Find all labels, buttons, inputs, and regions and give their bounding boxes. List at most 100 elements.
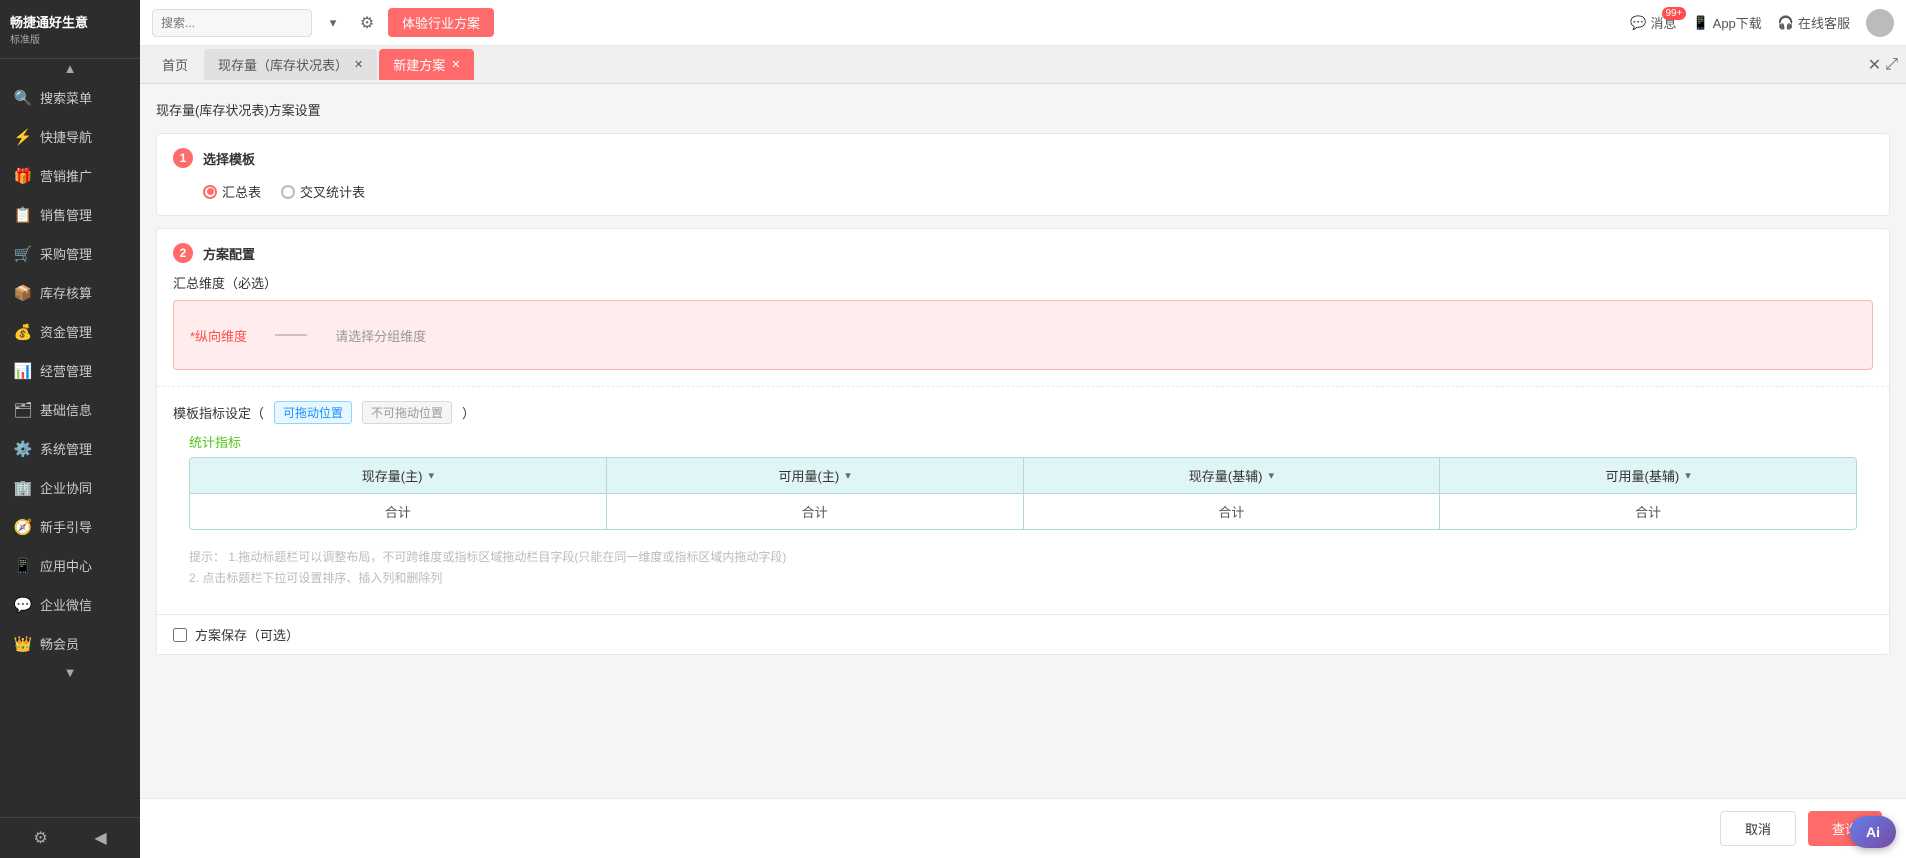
col2-dropdown-icon[interactable]: ▾	[1268, 469, 1274, 482]
template-options: 汇总表 交叉统计表	[157, 178, 1889, 215]
config-section: 汇总维度（必选） *纵向维度 —— 请选择分组维度	[157, 273, 1889, 386]
tab-home-label: 首页	[162, 55, 188, 74]
system-icon: ⚙️	[14, 440, 32, 458]
enterprise-icon: 🏢	[14, 479, 32, 497]
dim-required-mark: *纵向维度	[190, 326, 247, 345]
sidebar-item-label: 经营管理	[40, 361, 92, 380]
sidebar-item-member[interactable]: 👑 畅会员	[0, 624, 140, 663]
stats-data-row0-col2: 合计	[1024, 494, 1441, 529]
sidebar-item-management[interactable]: 📊 经营管理	[0, 351, 140, 390]
tab-inventory-label: 现存量（库存状况表）	[218, 55, 348, 74]
message-icon: 💬	[1630, 15, 1646, 31]
dimension-picker[interactable]: *纵向维度 —— 请选择分组维度	[173, 300, 1873, 370]
sidebar: 畅捷通好生意 标准版 ▲ 🔍 搜索菜单 ⚡ 快捷导航 🎁 营销推广 📋 销售管理…	[0, 0, 140, 858]
sidebar-scroll-down[interactable]: ▼	[0, 663, 140, 682]
action-bar: 取消 查询	[140, 798, 1906, 858]
topbar-right: 💬 消息 99+ 📱 App下载 🎧 在线客服	[1630, 9, 1894, 37]
stats-data-row0-col3: 合计	[1440, 494, 1856, 529]
indicator-label: 模板指标设定（ 可拖动位置 不可拖动位置 ）	[173, 401, 1873, 424]
sidebar-item-system[interactable]: ⚙️ 系统管理	[0, 429, 140, 468]
sidebar-scroll-up[interactable]: ▲	[0, 59, 140, 78]
section2-num: 2	[173, 243, 193, 263]
stats-header-col-3[interactable]: 可用量(基辅) ▾	[1440, 458, 1856, 493]
non-draggable-tag: 不可拖动位置	[362, 401, 452, 424]
stats-header-col-0[interactable]: 现存量(主) ▾	[190, 458, 607, 493]
basic-info-icon: 🗂	[14, 401, 32, 419]
save-checkbox[interactable]	[173, 628, 187, 642]
col2-label: 现存量(基辅)	[1189, 466, 1263, 485]
sidebar-item-new-guide[interactable]: 🧭 新手引导	[0, 507, 140, 546]
sidebar-item-wechat[interactable]: 💬 企业微信	[0, 585, 140, 624]
sidebar-item-basic-info[interactable]: 🗂 基础信息	[0, 390, 140, 429]
collapse-icon[interactable]: ◀	[94, 828, 106, 848]
sidebar-item-label: 快捷导航	[40, 127, 92, 146]
save-option-area: 方案保存（可选）	[157, 614, 1889, 654]
col3-dropdown-icon[interactable]: ▾	[1685, 469, 1691, 482]
panel-close-icon[interactable]: ✕	[1868, 55, 1881, 75]
section-config: 2 方案配置 汇总维度（必选） *纵向维度 —— 请选择分组维度 模板指标设定（…	[156, 228, 1890, 655]
new-guide-icon: 🧭	[14, 518, 32, 536]
panel-expand-icon[interactable]: ⤢	[1885, 56, 1898, 74]
tab-new-plan[interactable]: 新建方案 ✕	[379, 49, 474, 80]
topbar-left: ▾ ⚙ 体验行业方案	[152, 8, 1620, 37]
settings-gear-icon[interactable]: ⚙	[354, 10, 380, 36]
message-btn[interactable]: 💬 消息 99+	[1630, 13, 1676, 32]
col1-label: 可用量(主)	[779, 466, 840, 485]
sidebar-item-app-center[interactable]: 📱 应用中心	[0, 546, 140, 585]
sidebar-item-label: 畅会员	[40, 634, 79, 653]
panel-controls: ✕ ⤢	[1868, 55, 1906, 75]
stats-header-row: 现存量(主) ▾ 可用量(主) ▾ 现存量(基辅) ▾ 可用量(基辅)	[190, 458, 1856, 493]
indicator-label-text: 模板指标设定（	[173, 403, 264, 422]
stats-data-row0-col1: 合计	[607, 494, 1024, 529]
search-dropdown-icon[interactable]: ▾	[320, 10, 346, 36]
search-input[interactable]	[152, 9, 312, 37]
sidebar-item-label: 新手引导	[40, 517, 92, 536]
ai-fab-button[interactable]: Ai	[1850, 816, 1896, 848]
sidebar-item-label: 系统管理	[40, 439, 92, 458]
tab-inventory-status[interactable]: 现存量（库存状况表） ✕	[204, 49, 377, 80]
sidebar-item-purchase[interactable]: 🛒 采购管理	[0, 234, 140, 273]
sidebar-item-quick-nav[interactable]: ⚡ 快捷导航	[0, 117, 140, 156]
tab-home[interactable]: 首页	[148, 49, 202, 80]
online-service-btn[interactable]: 🎧 在线客服	[1778, 13, 1850, 32]
dim-label: 汇总维度（必选）	[173, 273, 1873, 292]
tab-new-plan-close-icon[interactable]: ✕	[451, 58, 460, 71]
tab-new-plan-label: 新建方案	[393, 55, 445, 74]
radio-summary-dot	[203, 185, 217, 199]
purchase-icon: 🛒	[14, 245, 32, 263]
industry-btn[interactable]: 体验行业方案	[388, 8, 494, 37]
page-title: 现存量(库存状况表)方案设置	[156, 100, 1890, 119]
cancel-button[interactable]: 取消	[1720, 811, 1796, 846]
col1-dropdown-icon[interactable]: ▾	[845, 469, 851, 482]
sidebar-item-label: 营销推广	[40, 166, 92, 185]
sales-icon: 📋	[14, 206, 32, 224]
radio-cross[interactable]: 交叉统计表	[281, 182, 365, 201]
col3-label: 可用量(基辅)	[1606, 466, 1680, 485]
settings-icon[interactable]: ⚙	[33, 828, 47, 848]
tips-area: 提示： 1.拖动标题栏可以调整布局，不可跨维度或指标区域拖动栏目字段(只能在同一…	[173, 540, 1873, 604]
sidebar-item-label: 销售管理	[40, 205, 92, 224]
indicator-settings: 模板指标设定（ 可拖动位置 不可拖动位置 ） 统计指标 现存量(主) ▾ 可用量…	[157, 386, 1889, 614]
stats-header-col-2[interactable]: 现存量(基辅) ▾	[1024, 458, 1441, 493]
user-avatar[interactable]	[1866, 9, 1894, 37]
finance-icon: 💰	[14, 323, 32, 341]
sidebar-item-enterprise[interactable]: 🏢 企业协同	[0, 468, 140, 507]
sidebar-item-sales[interactable]: 📋 销售管理	[0, 195, 140, 234]
sidebar-item-marketing[interactable]: 🎁 营销推广	[0, 156, 140, 195]
section2-header: 2 方案配置	[157, 229, 1889, 273]
sidebar-item-finance[interactable]: 💰 资金管理	[0, 312, 140, 351]
stats-header-col-1[interactable]: 可用量(主) ▾	[607, 458, 1024, 493]
app-center-icon: 📱	[14, 557, 32, 575]
member-icon: 👑	[14, 635, 32, 653]
section1-num: 1	[173, 148, 193, 168]
service-label: 在线客服	[1798, 13, 1850, 32]
app-download-btn[interactable]: 📱 App下载	[1692, 13, 1761, 32]
tabbar: 首页 现存量（库存状况表） ✕ 新建方案 ✕ ✕ ⤢	[140, 46, 1906, 84]
radio-summary[interactable]: 汇总表	[203, 182, 261, 201]
col0-dropdown-icon[interactable]: ▾	[428, 469, 434, 482]
sidebar-item-inventory[interactable]: 📦 库存核算	[0, 273, 140, 312]
sidebar-item-search-menu[interactable]: 🔍 搜索菜单	[0, 78, 140, 117]
tab-inventory-close-icon[interactable]: ✕	[354, 58, 363, 71]
sidebar-item-label: 资金管理	[40, 322, 92, 341]
sidebar-item-label: 搜索菜单	[40, 88, 92, 107]
